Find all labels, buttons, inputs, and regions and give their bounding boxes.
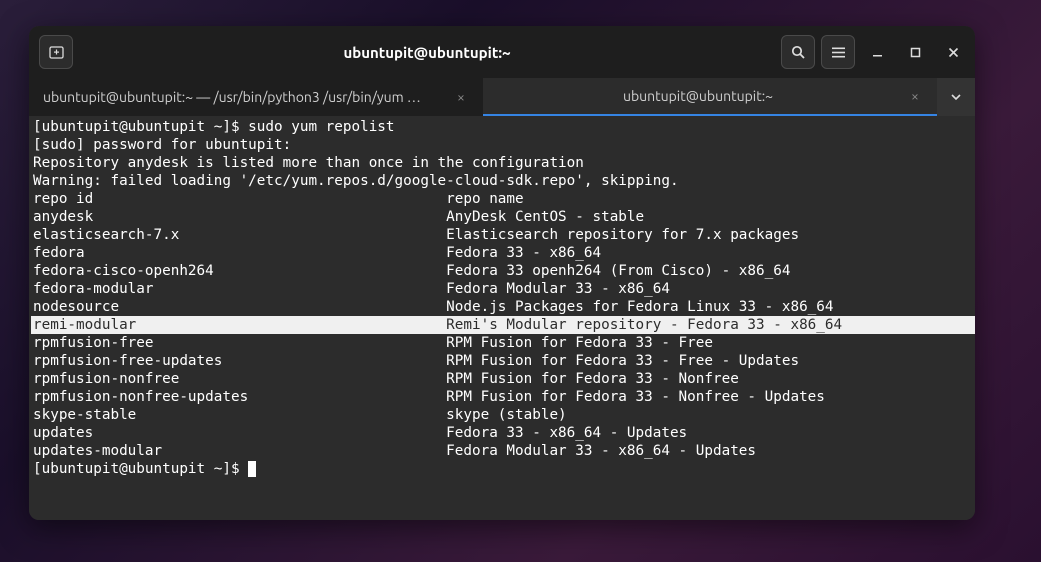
tab-dropdown-button[interactable] bbox=[937, 78, 975, 116]
maximize-button[interactable] bbox=[899, 36, 931, 68]
minimize-button[interactable] bbox=[861, 36, 893, 68]
terminal-prompt: [ubuntupit@ubuntupit ~]$ bbox=[31, 460, 975, 478]
terminal-line: rpmfusion-nonfree-updates RPM Fusion for… bbox=[31, 388, 975, 406]
tab-close-button[interactable]: × bbox=[453, 89, 469, 105]
terminal-line: [ubuntupit@ubuntupit ~]$ sudo yum repoli… bbox=[31, 118, 975, 136]
terminal-line: elasticsearch-7.x Elasticsearch reposito… bbox=[31, 226, 975, 244]
terminal-line: rpmfusion-free RPM Fusion for Fedora 33 … bbox=[31, 334, 975, 352]
terminal-line: updates Fedora 33 - x86_64 - Updates bbox=[31, 424, 975, 442]
terminal-line: repo id repo name bbox=[31, 190, 975, 208]
terminal-line: fedora Fedora 33 - x86_64 bbox=[31, 244, 975, 262]
tab-label: ubuntupit@ubuntupit:~ — /usr/bin/python3… bbox=[43, 89, 445, 105]
terminal-line: anydesk AnyDesk CentOS - stable bbox=[31, 208, 975, 226]
terminal-line: rpmfusion-free-updates RPM Fusion for Fe… bbox=[31, 352, 975, 370]
close-button[interactable] bbox=[937, 36, 969, 68]
search-icon bbox=[791, 45, 806, 60]
terminal-line: rpmfusion-nonfree RPM Fusion for Fedora … bbox=[31, 370, 975, 388]
terminal-line: skype-stable skype (stable) bbox=[31, 406, 975, 424]
terminal-line: [sudo] password for ubuntupit: bbox=[31, 136, 975, 154]
tab-1[interactable]: ubuntupit@ubuntupit:~ × bbox=[483, 78, 937, 116]
chevron-down-icon bbox=[950, 91, 962, 103]
terminal-line: updates-modular Fedora Modular 33 - x86_… bbox=[31, 442, 975, 460]
terminal-output[interactable]: [ubuntupit@ubuntupit ~]$ sudo yum repoli… bbox=[29, 116, 975, 520]
hamburger-icon bbox=[831, 45, 846, 60]
maximize-icon bbox=[910, 47, 921, 58]
terminal-cursor bbox=[248, 461, 256, 477]
close-icon bbox=[948, 47, 959, 58]
minimize-icon bbox=[872, 47, 883, 58]
tab-close-button[interactable]: × bbox=[907, 88, 923, 104]
search-button[interactable] bbox=[781, 35, 815, 69]
tab-label: ubuntupit@ubuntupit:~ bbox=[497, 88, 899, 104]
tab-bar: ubuntupit@ubuntupit:~ — /usr/bin/python3… bbox=[29, 78, 975, 116]
window-title: ubuntupit@ubuntupit:~ bbox=[73, 44, 781, 61]
new-tab-button[interactable] bbox=[39, 35, 73, 69]
terminal-line: Repository anydesk is listed more than o… bbox=[31, 154, 975, 172]
terminal-line: nodesource Node.js Packages for Fedora L… bbox=[31, 298, 975, 316]
terminal-line: fedora-cisco-openh264 Fedora 33 openh264… bbox=[31, 262, 975, 280]
terminal-line: fedora-modular Fedora Modular 33 - x86_6… bbox=[31, 280, 975, 298]
menu-button[interactable] bbox=[821, 35, 855, 69]
tab-0[interactable]: ubuntupit@ubuntupit:~ — /usr/bin/python3… bbox=[29, 78, 483, 116]
terminal-window: ubuntupit@ubuntupit:~ ubuntupit@ubuntupi… bbox=[29, 26, 975, 520]
titlebar: ubuntupit@ubuntupit:~ bbox=[29, 26, 975, 78]
terminal-line: remi-modular Remi's Modular repository -… bbox=[31, 316, 975, 334]
new-tab-icon bbox=[49, 45, 64, 60]
terminal-line: Warning: failed loading '/etc/yum.repos.… bbox=[31, 172, 975, 190]
